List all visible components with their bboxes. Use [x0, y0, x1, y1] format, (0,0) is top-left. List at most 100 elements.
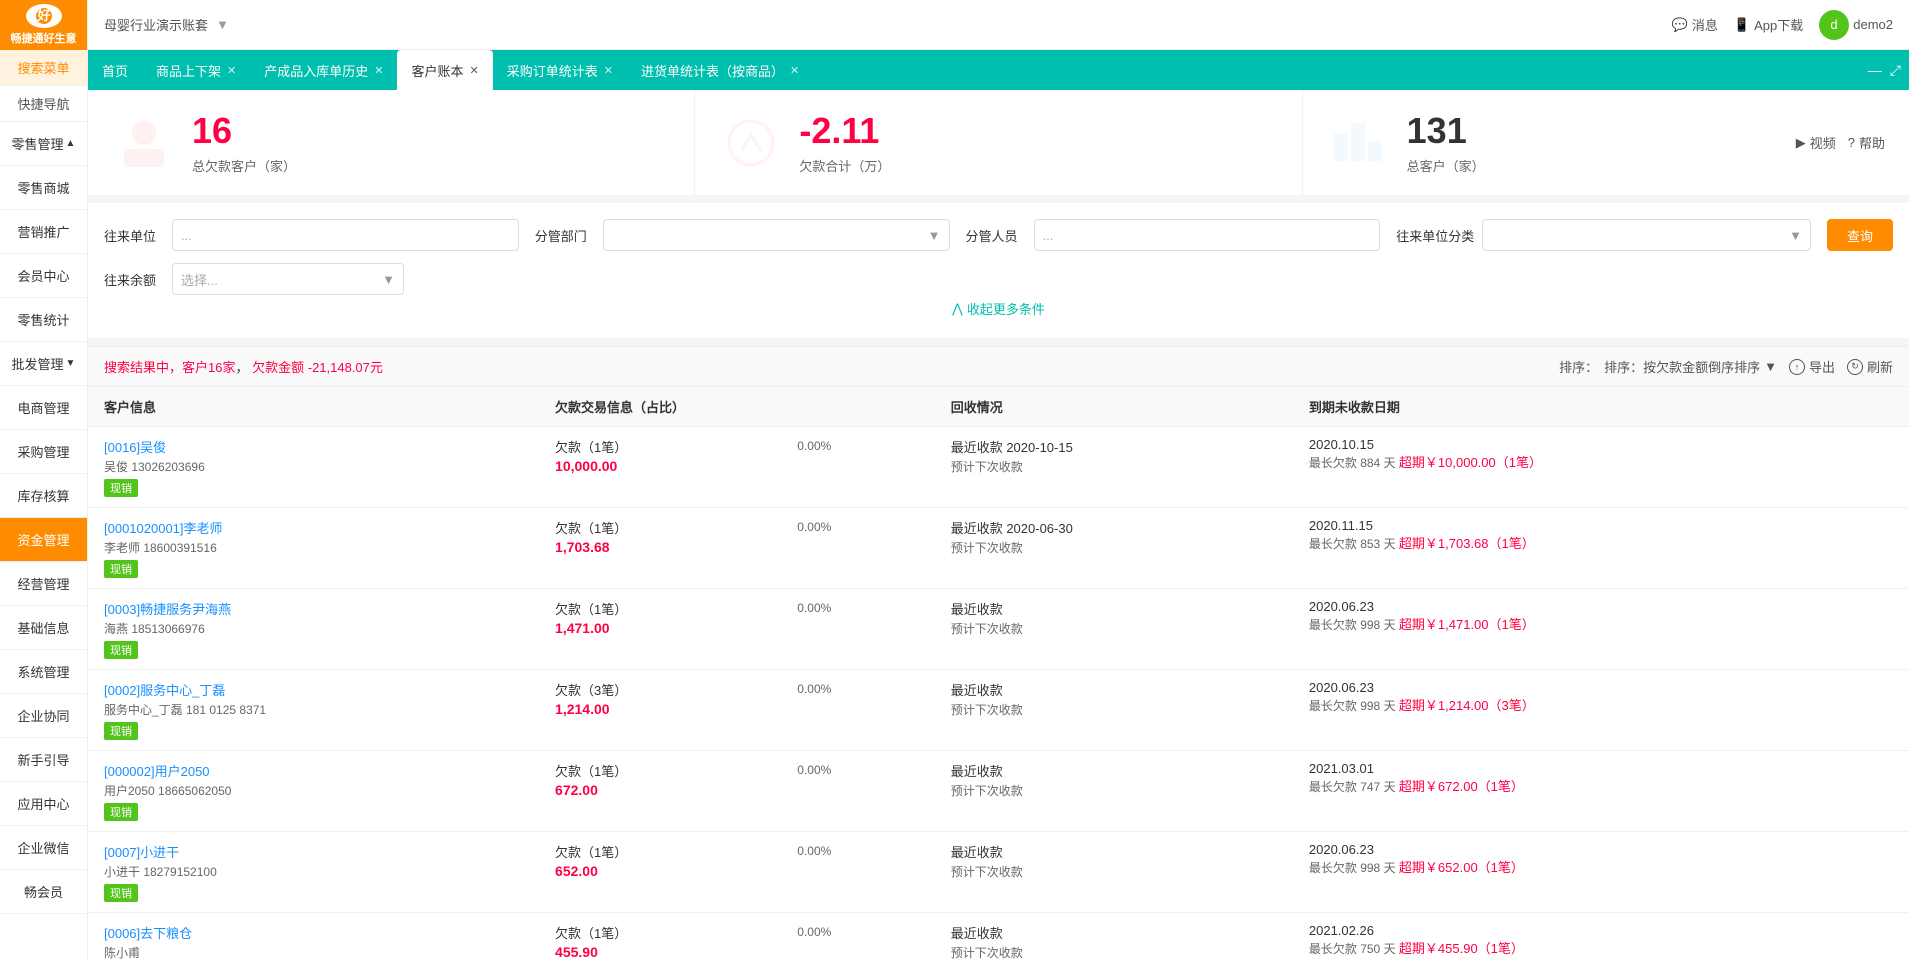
- query-button[interactable]: 查询: [1827, 219, 1893, 251]
- video-icon: ▶: [1796, 135, 1806, 151]
- sidebar-item-app-center[interactable]: 应用中心: [0, 782, 87, 826]
- tab-expand-icon[interactable]: ⤢: [1890, 62, 1901, 79]
- sidebar-item-inventory[interactable]: 库存核算: [0, 474, 87, 518]
- overdue-days: 最长欠款 998 天: [1309, 618, 1399, 632]
- top-header: 母婴行业演示账套 ▼ 💬 消息 📱 App下载 d demo2: [88, 0, 1909, 50]
- avatar: d: [1819, 10, 1849, 40]
- message-btn[interactable]: 💬 消息: [1672, 15, 1718, 34]
- tab-close-icon[interactable]: ✕: [604, 64, 613, 77]
- dept-select[interactable]: ▼: [603, 219, 950, 251]
- sidebar-item-operation[interactable]: 经营管理: [0, 562, 87, 606]
- due-date-cell: 2021.02.26 最长欠款 750 天 超期￥455.90（1笔）: [1293, 913, 1909, 961]
- total-customers-number: 131: [1407, 110, 1485, 152]
- tab-home[interactable]: 首页: [88, 50, 142, 90]
- search-menu[interactable]: 搜索菜单: [0, 50, 87, 86]
- sidebar-item-member[interactable]: 会员中心: [0, 254, 87, 298]
- quick-nav[interactable]: 快捷导航: [0, 86, 87, 122]
- refresh-btn[interactable]: ↻ 刷新: [1847, 357, 1893, 376]
- col-due-date: 到期未收款日期: [1293, 387, 1909, 427]
- debt-ratio-cell: 0.00%: [781, 751, 934, 832]
- sidebar-item-batch-mgmt[interactable]: 批发管理 ▼: [0, 342, 87, 386]
- from-unit-input[interactable]: ...: [172, 219, 519, 251]
- message-icon: 💬: [1672, 17, 1688, 33]
- debt-amount[interactable]: 672.00: [555, 782, 765, 798]
- person-input[interactable]: ...: [1034, 219, 1381, 251]
- overdue-amount-link[interactable]: 超期￥455.90（1笔）: [1399, 941, 1524, 956]
- next-recv: 预计下次收款: [951, 944, 1277, 961]
- customer-info-cell: [0001020001]李老师 李老师 18600391516 现销: [88, 508, 539, 589]
- sidebar-item-retail-mall[interactable]: 零售商城: [0, 166, 87, 210]
- sidebar-item-finance[interactable]: 资金管理: [0, 518, 87, 562]
- sidebar-item-vip[interactable]: 畅会员: [0, 870, 87, 914]
- debt-amount[interactable]: 1,703.68: [555, 539, 765, 555]
- sidebar-item-newbie[interactable]: 新手引导: [0, 738, 87, 782]
- sidebar-item-wechat[interactable]: 企业微信: [0, 826, 87, 870]
- customer-name-link[interactable]: [0001020001]李老师: [104, 518, 523, 537]
- help-icon: ?: [1848, 135, 1855, 150]
- logo-text: 畅捷通好生意: [11, 30, 77, 46]
- chevron-up-icon: ⋀: [952, 301, 963, 317]
- tab-close-icon[interactable]: ✕: [227, 64, 236, 77]
- customer-name-link[interactable]: [0007]小进干: [104, 842, 523, 861]
- tab-minimize-icon[interactable]: —: [1868, 62, 1882, 78]
- customer-name-link[interactable]: [0003]畅捷服务尹海燕: [104, 599, 523, 618]
- customer-tag: 现销: [104, 479, 138, 497]
- debt-count: 欠款（1笔）: [555, 518, 765, 537]
- tab-products-history[interactable]: 产成品入库单历史 ✕: [250, 50, 397, 90]
- sidebar-item-retail-stats[interactable]: 零售统计: [0, 298, 87, 342]
- sidebar-item-retail-mgmt[interactable]: 零售管理 ▲: [0, 122, 87, 166]
- balance-select[interactable]: 选择... ▼: [172, 263, 404, 295]
- debt-amount[interactable]: 1,214.00: [555, 701, 765, 717]
- debt-amount[interactable]: 652.00: [555, 863, 765, 879]
- video-btn[interactable]: ▶ 视频: [1796, 133, 1836, 152]
- sidebar-item-enterprise[interactable]: 企业协同: [0, 694, 87, 738]
- overdue-amount-link[interactable]: 超期￥1,214.00（3笔）: [1399, 698, 1535, 713]
- overdue-amount-link[interactable]: 超期￥10,000.00（1笔）: [1399, 455, 1542, 470]
- due-date-cell: 2020.10.15 最长欠款 884 天 超期￥10,000.00（1笔）: [1293, 427, 1909, 508]
- customer-name-link[interactable]: [0016]吴俊: [104, 437, 523, 456]
- sidebar-item-ecommerce[interactable]: 电商管理: [0, 386, 87, 430]
- tab-inventory-stats[interactable]: 进货单统计表（按商品） ✕: [627, 50, 813, 90]
- sidebar-item-system[interactable]: 系统管理: [0, 650, 87, 694]
- overdue-amount-link[interactable]: 超期￥1,471.00（1笔）: [1399, 617, 1535, 632]
- sidebar-item-marketing[interactable]: 营销推广: [0, 210, 87, 254]
- filter-balance: 往来余额 选择... ▼: [104, 263, 404, 295]
- tab-close-icon[interactable]: ✕: [374, 64, 383, 77]
- customer-info-cell: [000002]用户2050 用户2050 18665062050 现销: [88, 751, 539, 832]
- overdue-amount-link[interactable]: 超期￥652.00（1笔）: [1399, 860, 1524, 875]
- debt-amount[interactable]: 455.90: [555, 944, 765, 960]
- last-recv: 最近收款: [951, 842, 1277, 861]
- sidebar-item-basic-info[interactable]: 基础信息: [0, 606, 87, 650]
- customer-name-link[interactable]: [0006]去下粮仓: [104, 923, 523, 942]
- unit-class-select[interactable]: ▼: [1482, 219, 1811, 251]
- due-date-cell: 2020.11.15 最长欠款 853 天 超期￥1,703.68（1笔）: [1293, 508, 1909, 589]
- collapse-bar[interactable]: ⋀ 收起更多条件: [104, 295, 1893, 322]
- customer-name-link[interactable]: [0002]服务中心_丁磊: [104, 680, 523, 699]
- chevron-down-icon: ▼: [382, 272, 395, 287]
- last-recv: 最近收款: [951, 680, 1277, 699]
- debt-amount[interactable]: 1,471.00: [555, 620, 765, 636]
- customer-name-link[interactable]: [000002]用户2050: [104, 761, 523, 780]
- last-recv: 最近收款 2020-10-15: [951, 437, 1277, 456]
- sort-select[interactable]: 排序： 排序：按欠款金额倒序排序 ▼: [1559, 357, 1777, 376]
- help-btn[interactable]: ? 帮助: [1848, 133, 1885, 152]
- tab-customer-account[interactable]: 客户账本 ✕: [397, 50, 492, 90]
- overdue-days: 最长欠款 853 天: [1309, 537, 1399, 551]
- debt-ratio-cell: 0.00%: [781, 832, 934, 913]
- overdue-amount-link[interactable]: 超期￥1,703.68（1笔）: [1399, 536, 1535, 551]
- tab-products-off[interactable]: 商品上下架 ✕: [142, 50, 250, 90]
- tab-close-icon[interactable]: ✕: [470, 64, 479, 77]
- export-btn[interactable]: ↑ 导出: [1789, 357, 1835, 376]
- sidebar-item-purchase-mgmt[interactable]: 采购管理: [0, 430, 87, 474]
- due-date: 2020.06.23: [1309, 599, 1893, 614]
- overdue-amount-link[interactable]: 超期￥672.00（1笔）: [1399, 779, 1524, 794]
- tab-close-icon[interactable]: ✕: [790, 64, 799, 77]
- user-info[interactable]: d demo2: [1819, 10, 1893, 40]
- app-download-btn[interactable]: 📱 App下载: [1734, 15, 1803, 34]
- stat-actions: ▶ 视频 ? 帮助: [1796, 133, 1885, 152]
- total-customers-icon: [1327, 111, 1391, 175]
- debt-amount[interactable]: 10,000.00: [555, 458, 765, 474]
- tab-purchase-order[interactable]: 采购订单统计表 ✕: [493, 50, 627, 90]
- col-debt-info: 欠款交易信息（占比）: [539, 387, 935, 427]
- overdue-days: 最长欠款 998 天: [1309, 861, 1399, 875]
